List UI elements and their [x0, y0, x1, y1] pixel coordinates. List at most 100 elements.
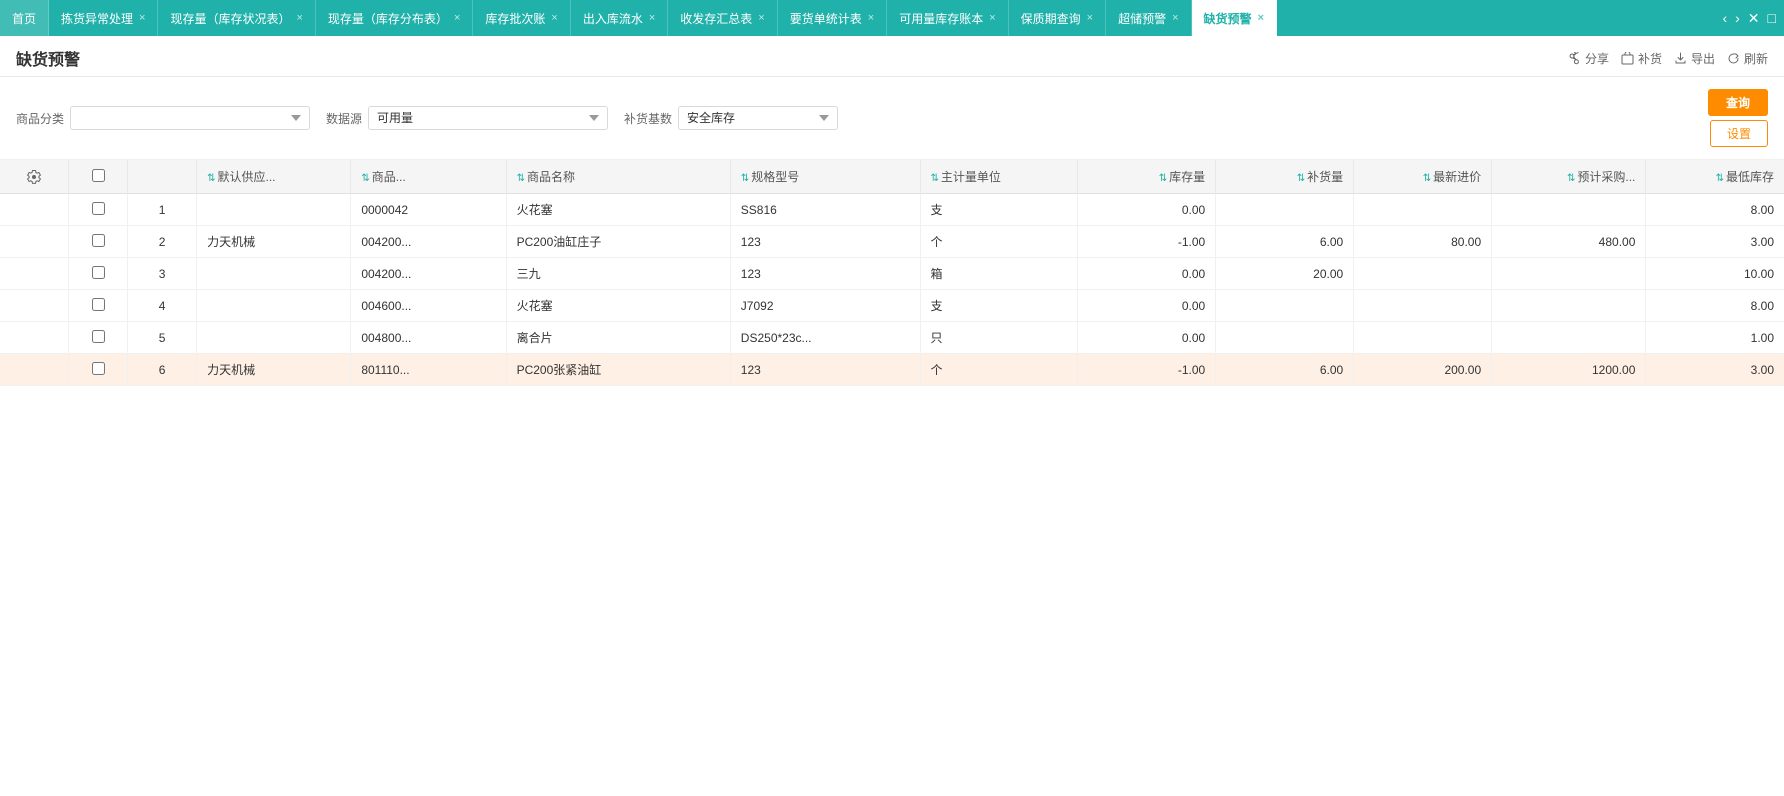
tab-close-icon[interactable]: ×: [551, 12, 557, 24]
row-code: 801110...: [351, 354, 506, 386]
row-gear-cell: [0, 194, 69, 226]
tab-close-icon[interactable]: ×: [1172, 12, 1178, 24]
row-check-cell[interactable]: [69, 290, 128, 322]
row-checkbox[interactable]: [92, 330, 105, 343]
row-checkbox[interactable]: [92, 266, 105, 279]
tab-prev-button[interactable]: ‹: [1718, 0, 1731, 36]
export-button[interactable]: 导出: [1674, 50, 1715, 67]
tab-maximize-button[interactable]: □: [1764, 0, 1780, 36]
datasource-select[interactable]: 可用量: [368, 106, 608, 130]
tab-label: 缺货预警: [1204, 10, 1252, 27]
col-code-header[interactable]: ⇅商品...: [351, 160, 506, 194]
category-filter: 商品分类: [16, 106, 310, 130]
category-select[interactable]: [70, 106, 310, 130]
row-name: 三九: [506, 258, 730, 290]
tab-label: 可用量库存账本: [899, 10, 983, 27]
row-unit: 支: [920, 194, 1078, 226]
col-replenish-header[interactable]: ⇅补货量: [1216, 160, 1354, 194]
tab-home[interactable]: 首页: [0, 0, 49, 36]
refresh-button[interactable]: 刷新: [1727, 50, 1768, 67]
row-gear-cell: [0, 258, 69, 290]
replenish-base-select[interactable]: 安全库存: [678, 106, 838, 130]
tab-close-icon[interactable]: ×: [1258, 12, 1264, 24]
share-icon: [1568, 52, 1581, 65]
row-check-cell[interactable]: [69, 258, 128, 290]
row-check-cell[interactable]: [69, 354, 128, 386]
tab-batch-account[interactable]: 库存批次账×: [473, 0, 570, 36]
col-name-header[interactable]: ⇅商品名称: [506, 160, 730, 194]
row-checkbox[interactable]: [92, 362, 105, 375]
row-check-cell[interactable]: [69, 322, 128, 354]
replenish-button[interactable]: 补货: [1621, 50, 1662, 67]
row-spec: J7092: [730, 290, 920, 322]
col-spec-header[interactable]: ⇅规格型号: [730, 160, 920, 194]
row-check-cell[interactable]: [69, 226, 128, 258]
row-supplier: [197, 258, 351, 290]
tab-receive-summary[interactable]: 收发存汇总表×: [668, 0, 777, 36]
share-button[interactable]: 分享: [1568, 50, 1609, 67]
row-supplier: [197, 322, 351, 354]
col-check-header[interactable]: [69, 160, 128, 194]
row-minstock: 3.00: [1646, 354, 1784, 386]
row-price: [1354, 258, 1492, 290]
replenish-base-label: 补货基数: [624, 110, 672, 127]
tab-expiry-query[interactable]: 保质期查询×: [1009, 0, 1106, 36]
row-seq: 6: [128, 354, 197, 386]
row-gear-cell: [0, 226, 69, 258]
row-supplier: 力天机械: [197, 226, 351, 258]
col-spec-label: 规格型号: [751, 170, 799, 184]
table-body: 1 0000042 火花塞 SS816 支 0.00 8.00 2 力天机械 0…: [0, 194, 1784, 386]
tab-inout-flow[interactable]: 出入库流水×: [571, 0, 668, 36]
row-forecast: 480.00: [1492, 226, 1646, 258]
col-minstock-header[interactable]: ⇅最低库存: [1646, 160, 1784, 194]
row-forecast: [1492, 290, 1646, 322]
col-stock-header[interactable]: ⇅库存量: [1078, 160, 1216, 194]
tab-nav-buttons: ‹ › ✕ □: [1718, 0, 1784, 36]
tab-close-icon[interactable]: ×: [454, 12, 460, 24]
col-forecast-header[interactable]: ⇅预计采购...: [1492, 160, 1646, 194]
tab-close-icon[interactable]: ×: [989, 12, 995, 24]
col-supplier-header[interactable]: ⇅默认供应...: [197, 160, 351, 194]
row-checkbox[interactable]: [92, 298, 105, 311]
tab-exception[interactable]: 拣货异常处理×: [49, 0, 158, 36]
row-checkbox[interactable]: [92, 234, 105, 247]
filter-bar: 商品分类 数据源 可用量 补货基数 安全库存 查询 设置: [0, 77, 1784, 160]
tab-close-icon[interactable]: ×: [868, 12, 874, 24]
row-supplier: [197, 194, 351, 226]
row-check-cell[interactable]: [69, 194, 128, 226]
tab-close-button[interactable]: ✕: [1744, 0, 1764, 36]
table-row: 2 力天机械 004200... PC200油缸庄子 123 个 -1.00 6…: [0, 226, 1784, 258]
tab-inventory-status[interactable]: 现存量（库存状况表）×: [158, 0, 315, 36]
col-price-header[interactable]: ⇅最新进价: [1354, 160, 1492, 194]
tab-overstock[interactable]: 超储预警×: [1106, 0, 1191, 36]
query-button[interactable]: 查询: [1708, 89, 1768, 116]
tab-close-icon[interactable]: ×: [296, 12, 302, 24]
row-checkbox[interactable]: [92, 202, 105, 215]
row-seq: 4: [128, 290, 197, 322]
tab-order-stats[interactable]: 要货单统计表×: [778, 0, 887, 36]
tab-available-ledger[interactable]: 可用量库存账本 ×: [887, 0, 1008, 36]
col-unit-header[interactable]: ⇅主计量单位: [920, 160, 1078, 194]
col-gear-header[interactable]: [0, 160, 69, 194]
row-forecast: [1492, 322, 1646, 354]
row-spec: 123: [730, 258, 920, 290]
category-label: 商品分类: [16, 110, 64, 127]
row-spec: SS816: [730, 194, 920, 226]
tab-shortage[interactable]: 缺货预警 ×: [1192, 0, 1277, 36]
row-gear-cell: [0, 322, 69, 354]
select-all-checkbox[interactable]: [92, 169, 105, 182]
tab-close-icon[interactable]: ×: [1087, 12, 1093, 24]
tab-next-button[interactable]: ›: [1731, 0, 1744, 36]
row-code: 004200...: [351, 258, 506, 290]
tab-inventory-dist[interactable]: 现存量（库存分布表）×: [316, 0, 473, 36]
header-actions: 分享 补货 导出 刷新: [1568, 50, 1768, 67]
share-label: 分享: [1585, 50, 1609, 67]
row-code: 004600...: [351, 290, 506, 322]
tab-close-icon[interactable]: ×: [139, 12, 145, 24]
settings-button[interactable]: 设置: [1710, 120, 1768, 147]
row-replenish: [1216, 194, 1354, 226]
replenish-base-filter: 补货基数 安全库存: [624, 106, 838, 130]
row-spec: 123: [730, 354, 920, 386]
tab-close-icon[interactable]: ×: [758, 12, 764, 24]
tab-close-icon[interactable]: ×: [649, 12, 655, 24]
